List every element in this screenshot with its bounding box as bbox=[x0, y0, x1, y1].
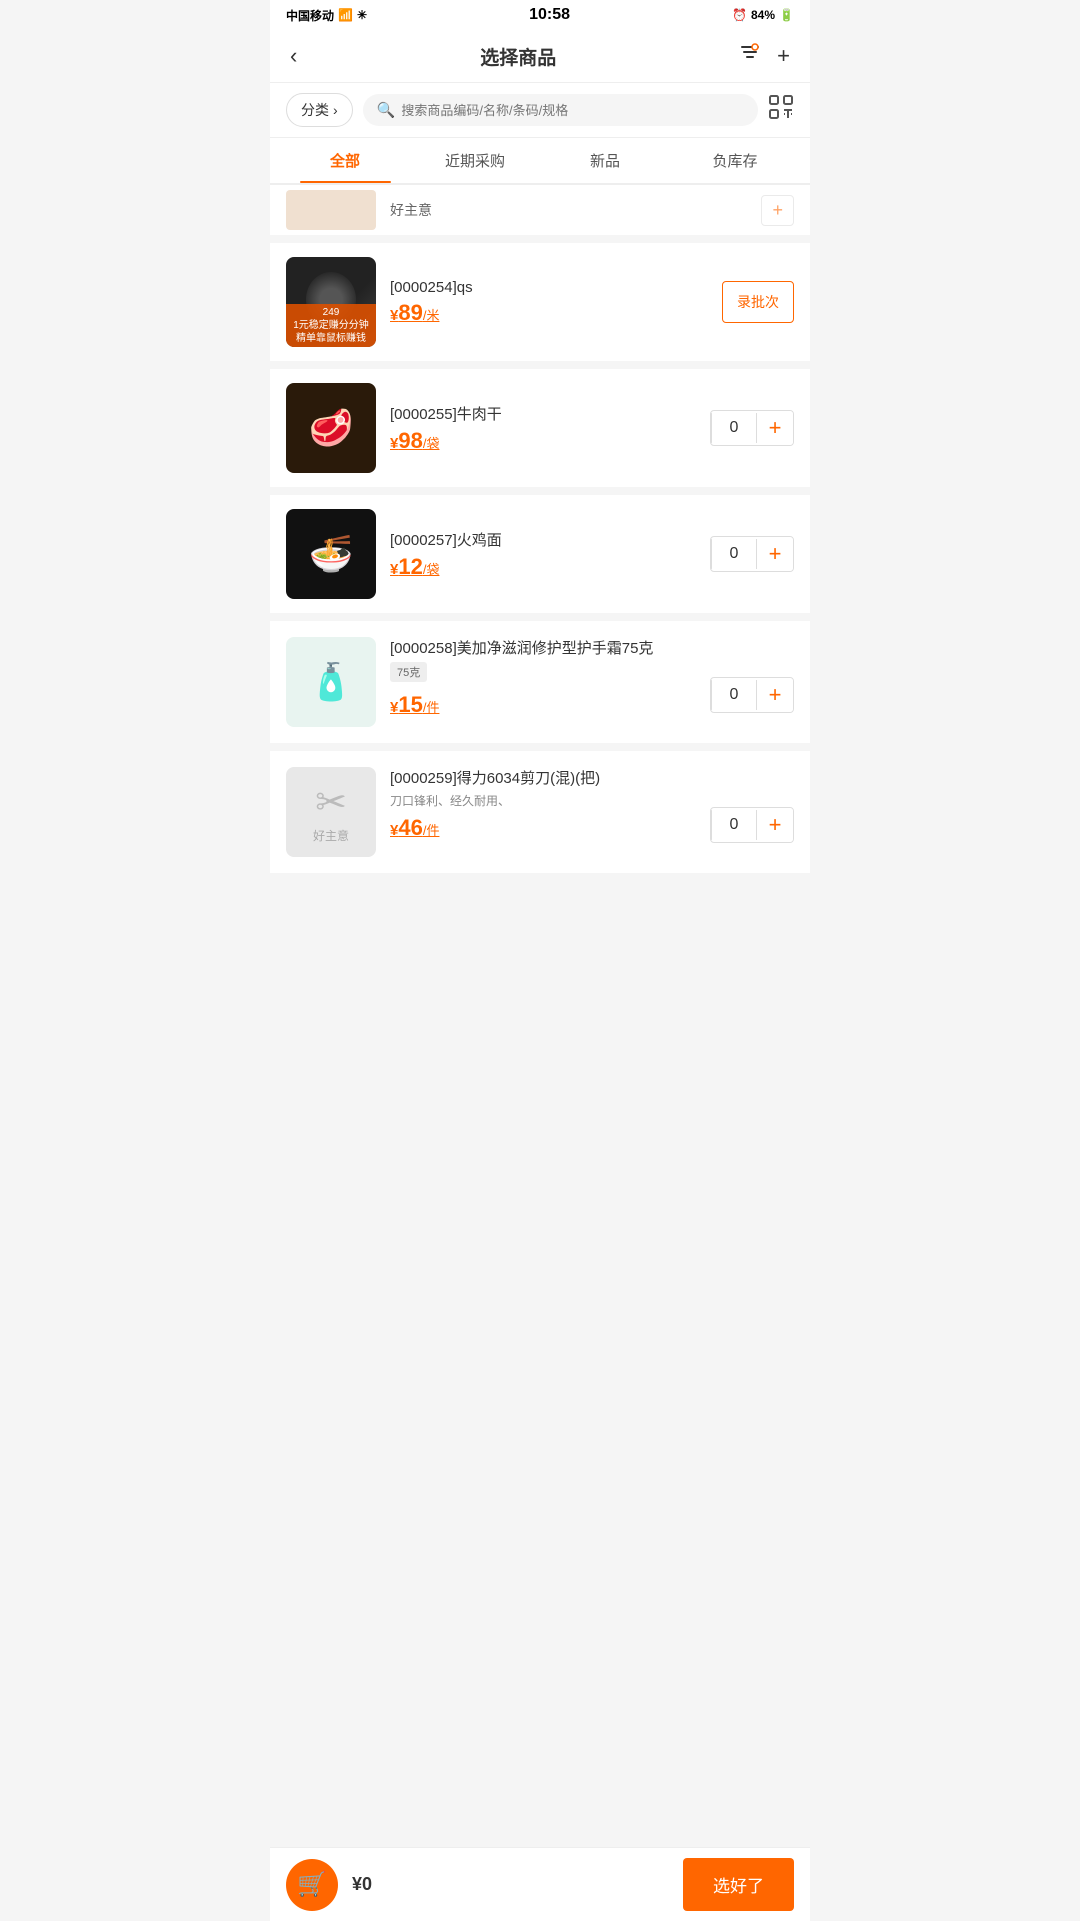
quantity-value: 0 bbox=[711, 413, 757, 443]
bottom-bar: 🛒 ¥0 选好了 bbox=[270, 1847, 810, 1921]
search-input[interactable] bbox=[401, 103, 744, 118]
status-right: ⏰ 84% 🔋 bbox=[732, 8, 794, 22]
quantity-value: 0 bbox=[711, 680, 757, 710]
cart-icon: 🛒 bbox=[297, 1870, 327, 1899]
price-value: 15 bbox=[398, 692, 422, 717]
quantity-increment-button[interactable]: + bbox=[757, 537, 793, 571]
search-box: 🔍 bbox=[363, 94, 758, 126]
tab-recent[interactable]: 近期采购 bbox=[410, 138, 540, 183]
price-unit: /袋 bbox=[423, 436, 440, 451]
product-price: ¥46/件 bbox=[390, 815, 696, 841]
battery-label: 84% bbox=[751, 8, 775, 22]
product-price: ¥12/袋 bbox=[390, 554, 696, 580]
tab-negative[interactable]: 负库存 bbox=[670, 138, 800, 183]
product-brand-logo: 好主意 bbox=[313, 827, 349, 844]
signal-icon: ✳ bbox=[357, 8, 367, 22]
cart-button[interactable]: 🛒 bbox=[286, 1859, 338, 1911]
price-unit: /袋 bbox=[423, 562, 440, 577]
confirm-button[interactable]: 选好了 bbox=[683, 1858, 794, 1911]
carrier-label: 中国移动 bbox=[286, 7, 334, 24]
product-info-0000255: [0000255]牛肉干 ¥98/袋 bbox=[390, 403, 696, 454]
scan-button[interactable] bbox=[768, 94, 794, 126]
product-code-name: [0000254]qs bbox=[390, 279, 708, 296]
product-price: ¥98/袋 bbox=[390, 428, 696, 454]
product-item: 2491元稳定赚分分钟精单靠鼠标赚钱 [0000254]qs ¥89/米 录批次 bbox=[270, 243, 810, 361]
header: ‹ 选择商品 + bbox=[270, 30, 810, 83]
partial-scroll-item: 好主意 + bbox=[270, 185, 810, 235]
product-info-0000258: [0000258]美加净滋润修护型护手霜75克 75克 ¥15/件 bbox=[390, 637, 696, 718]
product-description: 刀口锋利、经久耐用、 bbox=[390, 792, 696, 809]
partial-product-label: 好主意 bbox=[390, 200, 432, 220]
record-batch-button[interactable]: 录批次 bbox=[722, 281, 794, 323]
search-area: 分类 › 🔍 bbox=[270, 83, 810, 138]
back-button[interactable]: ‹ bbox=[290, 43, 297, 69]
product-image-0000257: 🍜 bbox=[286, 509, 376, 599]
product-badge: 2491元稳定赚分分钟精单靠鼠标赚钱 bbox=[286, 304, 376, 347]
price-unit: /件 bbox=[423, 823, 440, 838]
add-button[interactable]: + bbox=[777, 43, 790, 69]
alarm-icon: ⏰ bbox=[732, 8, 747, 22]
product-code-name: [0000259]得力6034剪刀(混)(把) bbox=[390, 767, 696, 788]
quantity-value: 0 bbox=[711, 810, 757, 840]
quantity-increment-button[interactable]: + bbox=[757, 411, 793, 445]
filter-button[interactable] bbox=[739, 42, 761, 70]
tab-all[interactable]: 全部 bbox=[280, 138, 410, 183]
header-left: ‹ bbox=[290, 43, 297, 69]
status-bar: 中国移动 📶 ✳ 10:58 ⏰ 84% 🔋 bbox=[270, 0, 810, 30]
product-price: ¥89/米 bbox=[390, 300, 708, 326]
quantity-control-0000259: 0 + bbox=[710, 807, 794, 843]
product-image-0000258: 🧴 bbox=[286, 637, 376, 727]
product-list: 2491元稳定赚分分钟精单靠鼠标赚钱 [0000254]qs ¥89/米 录批次… bbox=[270, 243, 810, 961]
product-image-0000254: 2491元稳定赚分分钟精单靠鼠标赚钱 bbox=[286, 257, 376, 347]
product-item: 🍜 [0000257]火鸡面 ¥12/袋 0 + bbox=[270, 495, 810, 613]
page-title: 选择商品 bbox=[480, 43, 556, 70]
product-tag: 75克 bbox=[390, 662, 427, 682]
status-left: 中国移动 📶 ✳ bbox=[286, 7, 367, 24]
product-item: 🧴 [0000258]美加净滋润修护型护手霜75克 75克 ¥15/件 0 + bbox=[270, 621, 810, 743]
product-info-0000259: [0000259]得力6034剪刀(混)(把) 刀口锋利、经久耐用、 ¥46/件 bbox=[390, 767, 696, 841]
search-icon: 🔍 bbox=[377, 101, 396, 119]
product-item: 🥩 [0000255]牛肉干 ¥98/袋 0 + bbox=[270, 369, 810, 487]
price-value: 12 bbox=[398, 554, 422, 579]
product-code-name: [0000258]美加净滋润修护型护手霜75克 bbox=[390, 637, 696, 658]
product-image-0000259: ✂ 好主意 bbox=[286, 767, 376, 857]
quantity-control-0000257: 0 + bbox=[710, 536, 794, 572]
category-chevron: › bbox=[333, 102, 338, 118]
tabs-bar: 全部 近期采购 新品 负库存 bbox=[270, 138, 810, 185]
product-price: ¥15/件 bbox=[390, 692, 696, 718]
quantity-control-0000255: 0 + bbox=[710, 410, 794, 446]
tab-new[interactable]: 新品 bbox=[540, 138, 670, 183]
partial-product-image bbox=[286, 190, 376, 230]
product-info-0000254: [0000254]qs ¥89/米 bbox=[390, 279, 708, 326]
category-label: 分类 bbox=[301, 100, 329, 120]
cart-total: ¥0 bbox=[352, 1874, 669, 1895]
battery-icon: 🔋 bbox=[779, 8, 794, 22]
product-info-0000257: [0000257]火鸡面 ¥12/袋 bbox=[390, 529, 696, 580]
product-item: ✂ 好主意 [0000259]得力6034剪刀(混)(把) 刀口锋利、经久耐用、… bbox=[270, 751, 810, 873]
quantity-increment-button[interactable]: + bbox=[757, 808, 793, 842]
product-code-name: [0000255]牛肉干 bbox=[390, 403, 696, 424]
time-display: 10:58 bbox=[529, 6, 570, 24]
product-image-0000255: 🥩 bbox=[286, 383, 376, 473]
quantity-increment-button[interactable]: + bbox=[757, 678, 793, 712]
price-unit: /件 bbox=[423, 700, 440, 715]
quantity-value: 0 bbox=[711, 539, 757, 569]
wifi-icon: 📶 bbox=[338, 8, 353, 22]
header-right: + bbox=[739, 42, 790, 70]
price-value: 89 bbox=[398, 300, 422, 325]
category-button[interactable]: 分类 › bbox=[286, 93, 353, 127]
price-value: 98 bbox=[398, 428, 422, 453]
price-unit: /米 bbox=[423, 308, 440, 323]
product-code-name: [0000257]火鸡面 bbox=[390, 529, 696, 550]
price-value: 46 bbox=[398, 815, 422, 840]
quantity-control-0000258: 0 + bbox=[710, 677, 794, 713]
